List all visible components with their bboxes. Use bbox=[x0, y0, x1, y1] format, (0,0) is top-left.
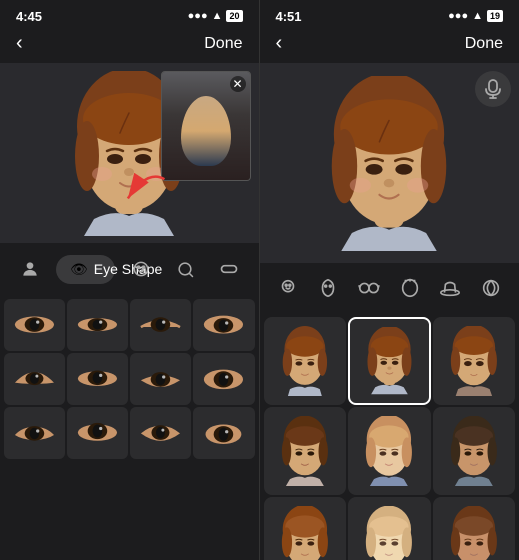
eye-shape-pill[interactable]: 👁 Eye Shape bbox=[56, 255, 115, 284]
face2-icon-button[interactable] bbox=[393, 271, 427, 305]
toolbar-right bbox=[260, 263, 519, 313]
nav-bar-right: ‹ Done bbox=[260, 28, 519, 63]
accessory-icon-button[interactable] bbox=[474, 271, 508, 305]
face-scan-icon-button[interactable] bbox=[123, 251, 159, 287]
eye-cell-5[interactable] bbox=[4, 353, 65, 405]
minus-icon-button[interactable] bbox=[211, 251, 247, 287]
right-screen: 4:51 ●●● ▲ 19 ‹ Done bbox=[260, 0, 519, 560]
eye-icon: 👁 bbox=[70, 261, 88, 278]
eye-cell-12[interactable] bbox=[193, 407, 254, 459]
face-outline-icon-button[interactable] bbox=[311, 271, 345, 305]
battery-right: 19 bbox=[487, 10, 503, 22]
avatar-option-3[interactable] bbox=[433, 317, 516, 405]
avatar-option-5[interactable] bbox=[348, 407, 431, 495]
eye-cell-7[interactable] bbox=[130, 353, 191, 405]
lasso-icon-button[interactable] bbox=[167, 251, 203, 287]
avatar-option-7[interactable] bbox=[264, 497, 347, 560]
back-button-left[interactable]: ‹ bbox=[16, 32, 23, 55]
battery-left: 20 bbox=[226, 10, 242, 22]
avatar-option-6[interactable] bbox=[433, 407, 516, 495]
wifi-icon-right: ▲ bbox=[472, 10, 483, 22]
eye-cell-6[interactable] bbox=[67, 353, 128, 405]
wifi-icon: ▲ bbox=[212, 10, 223, 22]
eye-cell-10[interactable] bbox=[67, 407, 128, 459]
avatar-options-grid bbox=[260, 313, 519, 560]
signal-icon: ●●● bbox=[188, 10, 208, 22]
avatar-option-8[interactable] bbox=[348, 497, 431, 560]
nav-bar-left: ‹ Done bbox=[0, 28, 259, 63]
person-icon-button[interactable] bbox=[12, 251, 48, 287]
status-icons-right: ●●● ▲ 19 bbox=[448, 10, 503, 22]
done-button-right[interactable]: Done bbox=[465, 35, 503, 53]
camera-close-button[interactable]: ✕ bbox=[230, 76, 246, 92]
glasses-icon-button[interactable] bbox=[352, 271, 386, 305]
signal-icon-right: ●●● bbox=[448, 10, 468, 22]
status-bar-left: 4:45 ●●● ▲ 20 bbox=[0, 0, 259, 28]
mic-button[interactable] bbox=[475, 71, 511, 107]
time-left: 4:45 bbox=[16, 9, 42, 24]
status-bar-right: 4:51 ●●● ▲ 19 bbox=[260, 0, 519, 28]
eye-cell-9[interactable] bbox=[4, 407, 65, 459]
eye-cell-4[interactable] bbox=[193, 299, 254, 351]
toolbar-left: 👁 Eye Shape bbox=[0, 243, 259, 295]
camera-preview: ✕ bbox=[161, 71, 251, 181]
avatar-option-4[interactable] bbox=[264, 407, 347, 495]
eye-shape-grid bbox=[0, 295, 259, 463]
eye-cell-8[interactable] bbox=[193, 353, 254, 405]
eye-cell-2[interactable] bbox=[67, 299, 128, 351]
avatar-option-9[interactable] bbox=[433, 497, 516, 560]
camera-face-silhouette bbox=[181, 96, 231, 166]
avatar-option-2[interactable] bbox=[348, 317, 431, 405]
avatar-area-left: ✕ bbox=[0, 63, 259, 243]
back-button-right[interactable]: ‹ bbox=[276, 32, 283, 55]
face-small-icon-button[interactable] bbox=[271, 271, 305, 305]
status-icons-left: ●●● ▲ 20 bbox=[188, 10, 243, 22]
done-button-left[interactable]: Done bbox=[204, 35, 242, 53]
avatar-area-right bbox=[260, 63, 519, 263]
avatar-option-1[interactable] bbox=[264, 317, 347, 405]
time-right: 4:51 bbox=[276, 9, 302, 24]
avatar-svg-right bbox=[319, 76, 459, 251]
eye-cell-11[interactable] bbox=[130, 407, 191, 459]
left-screen: 4:45 ●●● ▲ 20 ‹ Done bbox=[0, 0, 260, 560]
eye-cell-3[interactable] bbox=[130, 299, 191, 351]
hat-icon-button[interactable] bbox=[433, 271, 467, 305]
eye-cell-1[interactable] bbox=[4, 299, 65, 351]
